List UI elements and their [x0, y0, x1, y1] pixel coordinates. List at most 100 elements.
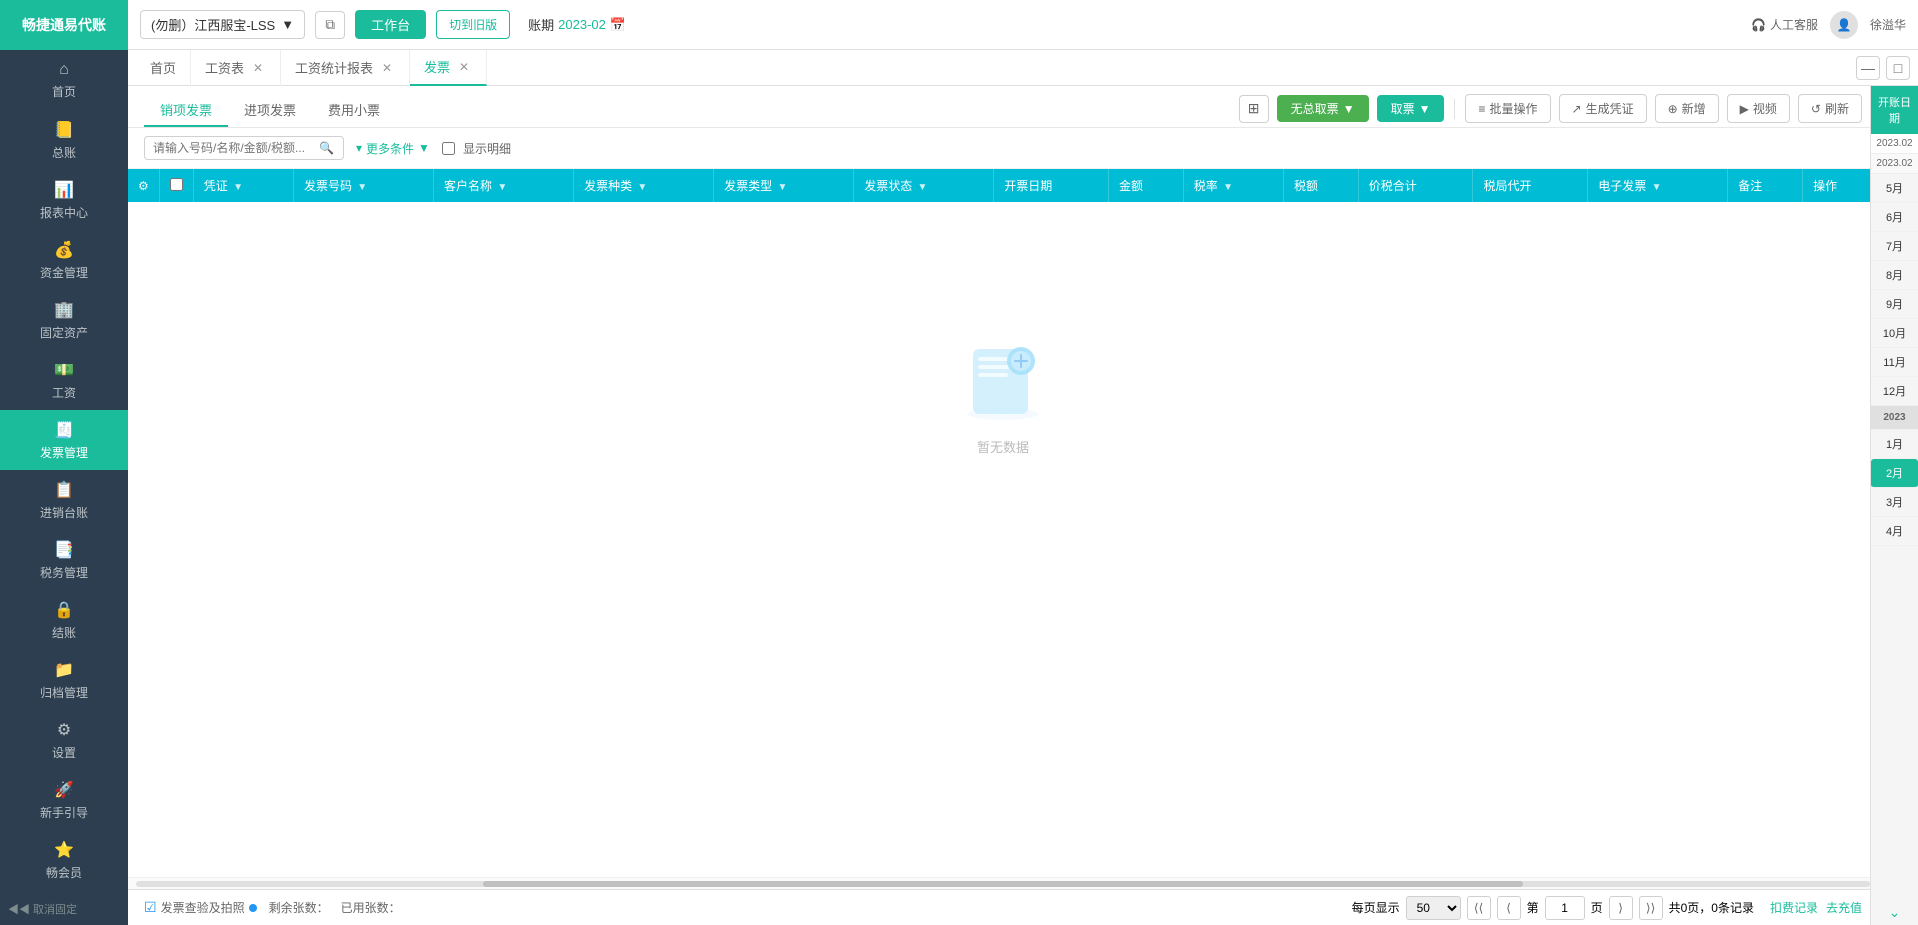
page-number-input[interactable]: [1545, 896, 1585, 920]
copy-icon: ⧉: [325, 17, 335, 33]
show-detail-checkbox[interactable]: 显示明细: [442, 140, 511, 157]
date-item-10[interactable]: 10月: [1871, 319, 1918, 348]
sidebar-item-ledger[interactable]: 📒 总账: [0, 110, 128, 170]
support-button[interactable]: 🎧 人工客服: [1751, 16, 1818, 33]
tab-payroll[interactable]: 工资表 ✕: [191, 50, 281, 86]
verify-checkbox-icon[interactable]: ☑: [144, 899, 157, 916]
sidebar-item-invoices[interactable]: 🧾 发票管理: [0, 410, 128, 470]
empty-state: 暂无数据: [128, 202, 1878, 582]
invoice-type-filter-icon[interactable]: ▼: [637, 182, 647, 193]
customer-filter-icon[interactable]: ▼: [497, 182, 507, 193]
tab-payroll-stats[interactable]: 工资统计报表 ✕: [281, 50, 410, 86]
next-page-button[interactable]: ⟩: [1609, 896, 1633, 920]
date-item-2023-1[interactable]: 1月: [1871, 430, 1918, 459]
sidebar-item-funds[interactable]: 💰 资金管理: [0, 230, 128, 290]
col-checkbox[interactable]: [159, 169, 193, 202]
select-all-checkbox[interactable]: [170, 178, 183, 191]
sidebar-item-member[interactable]: ⭐ 畅会员: [0, 830, 128, 890]
tab-invoice-close[interactable]: ✕: [456, 59, 472, 75]
voucher-icon: ↗: [1572, 102, 1582, 116]
horizontal-scrollbar-area[interactable]: [128, 877, 1878, 889]
date-item-2023-4[interactable]: 4月: [1871, 517, 1918, 546]
sidebar-item-sales-ledger[interactable]: 📋 进销台账: [0, 470, 128, 530]
sidebar-item-tax[interactable]: 📑 税务管理: [0, 530, 128, 590]
no-ticket-button[interactable]: 无总取票 ▼: [1277, 95, 1369, 122]
sidebar-item-home[interactable]: ⌂ 首页: [0, 50, 128, 110]
date-item-6[interactable]: 6月: [1871, 203, 1918, 232]
e-invoice-filter-icon[interactable]: ▼: [1652, 182, 1662, 193]
date-item-8[interactable]: 8月: [1871, 261, 1918, 290]
col-settings[interactable]: ⚙: [128, 169, 159, 202]
date-item-9[interactable]: 9月: [1871, 290, 1918, 319]
date-item-7[interactable]: 7月: [1871, 232, 1918, 261]
company-selector[interactable]: (勿删）江西服宝-LSS ▼: [140, 10, 305, 39]
scrollbar-thumb[interactable]: [483, 881, 1523, 887]
workbench-button[interactable]: 工作台: [355, 10, 426, 39]
invoice-no-filter-icon[interactable]: ▼: [357, 182, 367, 193]
date-scroll-down[interactable]: ⌄: [1871, 900, 1918, 925]
filter-icon: ▾: [356, 141, 362, 155]
payroll-icon: 💵: [54, 360, 74, 380]
open-date-button[interactable]: 开账日期: [1871, 86, 1918, 134]
user-avatar: 👤: [1830, 11, 1858, 39]
bottom-left: ☑ 发票查验及拍照 剩余张数： 已用张数：: [144, 899, 401, 916]
sidebar-unpin-button[interactable]: ◀◀ 取消固定: [0, 893, 128, 925]
sidebar-item-settings[interactable]: ⚙ 设置: [0, 710, 128, 770]
date-item-2023-3[interactable]: 3月: [1871, 488, 1918, 517]
sidebar-item-archive[interactable]: 📁 归档管理: [0, 650, 128, 710]
invoice-category-filter-icon[interactable]: ▼: [777, 182, 787, 193]
video-button[interactable]: ▶ 视频: [1727, 94, 1790, 123]
invoice-status-filter-icon[interactable]: ▼: [918, 182, 928, 193]
period-display: 账期 2023-02 📅: [528, 15, 626, 34]
sidebar-item-close[interactable]: 🔒 结账: [0, 590, 128, 650]
tab-home[interactable]: 首页: [136, 50, 191, 86]
date-item-2023-2[interactable]: 2月: [1871, 459, 1918, 488]
batch-op-button[interactable]: ≡ 批量操作: [1465, 94, 1550, 123]
refresh-button[interactable]: ↺ 刷新: [1798, 94, 1862, 123]
sub-tab-sales-invoice[interactable]: 销项发票: [144, 94, 228, 127]
toolbar-separator: [1454, 99, 1455, 119]
go-buy-link[interactable]: 去充值: [1826, 899, 1862, 916]
bottom-bar: ☑ 发票查验及拍照 剩余张数： 已用张数： 每页显示 50 100: [128, 889, 1878, 925]
sidebar-item-guide[interactable]: 🚀 新手引导: [0, 770, 128, 830]
sub-tab-expense-receipt[interactable]: 费用小票: [312, 94, 396, 127]
sub-tab-purchase-invoice[interactable]: 进项发票: [228, 94, 312, 127]
date-item-11[interactable]: 11月: [1871, 348, 1918, 377]
filter-button[interactable]: ▾ 更多条件 ▼: [356, 140, 430, 157]
grid-view-button[interactable]: ⊞: [1239, 95, 1269, 123]
tab-invoice[interactable]: 发票 ✕: [410, 50, 487, 86]
new-button[interactable]: ⊕ 新增: [1655, 94, 1719, 123]
take-ticket-button[interactable]: 取票 ▼: [1377, 95, 1445, 122]
sub-tabbar: 销项发票 进项发票 费用小票 ⊞ 无总取票 ▼ 取票 ▼: [128, 86, 1878, 128]
tab-maximize-button[interactable]: □: [1886, 56, 1910, 80]
date-item-5[interactable]: 5月: [1871, 174, 1918, 203]
verify-dot: [249, 904, 257, 912]
search-input-wrap[interactable]: 🔍: [144, 136, 344, 160]
show-detail-check[interactable]: [442, 142, 455, 155]
assets-icon: 🏢: [54, 300, 74, 320]
sidebar-item-reports[interactable]: 📊 报表中心: [0, 170, 128, 230]
tax-rate-filter-icon[interactable]: ▼: [1223, 182, 1233, 193]
page-size-select[interactable]: 50 100 200: [1406, 896, 1461, 920]
last-page-button[interactable]: ⟩⟩: [1639, 896, 1663, 920]
sidebar-item-payroll[interactable]: 💵 工资: [0, 350, 128, 410]
user-name[interactable]: 徐溢华: [1870, 16, 1906, 33]
add-record-link[interactable]: 扣费记录: [1770, 899, 1818, 916]
funds-icon: 💰: [54, 240, 74, 260]
tab-payroll-label: 工资表: [205, 58, 244, 77]
tab-payroll-stats-close[interactable]: ✕: [379, 60, 395, 76]
tab-minimize-button[interactable]: —: [1856, 56, 1880, 80]
take-ticket-dropdown-icon: ▼: [1419, 102, 1431, 116]
date-item-12[interactable]: 12月: [1871, 377, 1918, 406]
sidebar-item-assets[interactable]: 🏢 固定资产: [0, 290, 128, 350]
prev-page-button[interactable]: ⟨: [1497, 896, 1521, 920]
voucher-filter-icon[interactable]: ▼: [233, 182, 243, 193]
search-input[interactable]: [153, 141, 313, 155]
tab-payroll-close[interactable]: ✕: [250, 60, 266, 76]
switch-version-button[interactable]: 切到旧版: [436, 10, 510, 39]
copy-button[interactable]: ⧉: [315, 11, 345, 39]
generate-voucher-button[interactable]: ↗ 生成凭证: [1559, 94, 1647, 123]
home-icon: ⌂: [59, 61, 69, 79]
headset-icon: 🎧: [1751, 18, 1766, 32]
first-page-button[interactable]: ⟨⟨: [1467, 896, 1491, 920]
